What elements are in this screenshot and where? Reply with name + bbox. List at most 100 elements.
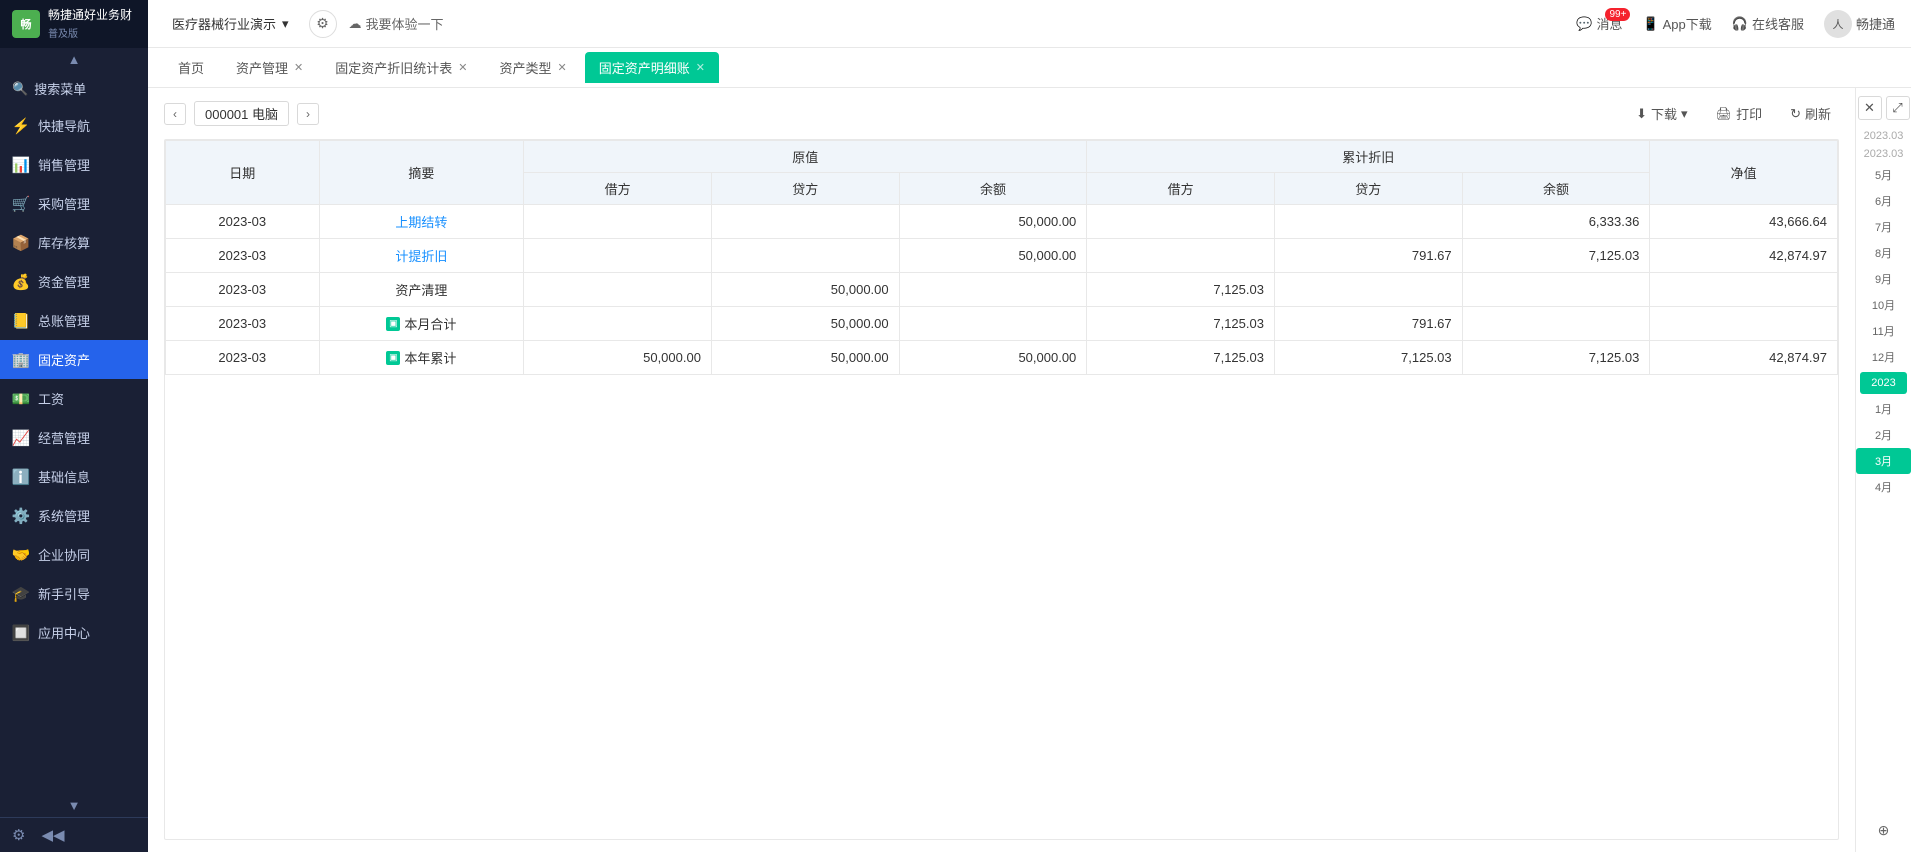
tab-home[interactable]: 首页 (164, 52, 218, 83)
user-area[interactable]: 人 畅捷通 (1824, 10, 1895, 38)
sidebar-item-inventory[interactable]: 📦 库存核算 (0, 223, 148, 262)
experience-button[interactable]: ☁ 我要体验一下 (349, 14, 444, 33)
sidebar-nav: 🔍 搜索菜单 ⚡ 快捷导航 📊 销售管理 🛒 采购管理 📦 库存核算 💰 资金管… (0, 71, 148, 794)
sidebar-item-basic-info[interactable]: ℹ️ 基础信息 (0, 457, 148, 496)
company-selector[interactable]: 医疗器械行业演示 ▾ (164, 10, 297, 37)
row-summary: 上期结转 (319, 205, 524, 239)
tl-year-2023[interactable]: 2023 (1860, 372, 1907, 394)
sidebar-footer: ⚙ ◀◀ (0, 817, 148, 852)
fixed-assets-icon: 🏢 (12, 351, 30, 369)
row-balance: 50,000.00 (899, 341, 1087, 375)
sidebar-item-label: 采购管理 (38, 194, 90, 213)
tl-month-9[interactable]: 9月 (1856, 266, 1911, 292)
collapse-sidebar-icon[interactable]: ◀◀ (41, 826, 64, 844)
th-original-value: 原值 (524, 141, 1087, 173)
quick-nav-icon: ⚡ (12, 117, 30, 135)
tab-depreciation-table[interactable]: 固定资产折旧统计表 ✕ (321, 52, 481, 83)
app-center-icon: 🔲 (12, 624, 30, 642)
tab-asset-management-close[interactable]: ✕ (294, 61, 303, 74)
sidebar-item-sales[interactable]: 📊 销售管理 (0, 145, 148, 184)
sidebar-item-enterprise[interactable]: 🤝 企业协同 (0, 535, 148, 574)
sidebar-item-ledger[interactable]: 📒 总账管理 (0, 301, 148, 340)
app-title-block: 畅捷通好业务财 普及版 (48, 8, 132, 40)
company-dropdown-icon: ▾ (282, 16, 289, 32)
tl-month-1[interactable]: 1月 (1856, 396, 1911, 422)
tl-month-11[interactable]: 11月 (1856, 318, 1911, 344)
sidebar-search[interactable]: 🔍 搜索菜单 (0, 71, 148, 106)
sidebar-item-operation[interactable]: 📈 经营管理 (0, 418, 148, 457)
tab-asset-management[interactable]: 资产管理 ✕ (222, 52, 317, 83)
system-icon: ⚙️ (12, 507, 30, 525)
experience-label: 我要体验一下 (366, 14, 444, 33)
row-date: 2023-03 (166, 273, 320, 307)
sidebar-item-label: 销售管理 (38, 155, 90, 174)
tabs-bar: 首页 资产管理 ✕ 固定资产折旧统计表 ✕ 资产类型 ✕ 固定资产明细账 ✕ (148, 48, 1911, 88)
app-logo: 畅 (12, 10, 40, 38)
tl-month-6[interactable]: 6月 (1856, 188, 1911, 214)
table-row: 2023-03 ▣ 本年累计 50,000.00 50,000.00 50,00… (166, 341, 1838, 375)
header-settings-icon[interactable]: ⚙ (309, 10, 337, 38)
toolbar-right: ⬇ 下载 ▾ 🖨 打印 ↻ 刷新 (1628, 100, 1839, 127)
print-label: 打印 (1736, 104, 1762, 123)
panel-close-button[interactable]: ✕ (1858, 96, 1882, 120)
tab-asset-detail-close[interactable]: ✕ (696, 61, 705, 74)
th-accumulated-depreciation: 累计折旧 (1087, 141, 1650, 173)
top-header: 医疗器械行业演示 ▾ ⚙ ☁ 我要体验一下 💬 消息 99+ 📱 App下载 🎧… (148, 0, 1911, 48)
tl-month-8[interactable]: 8月 (1856, 240, 1911, 266)
nav-prev-arrow[interactable]: ‹ (164, 103, 186, 125)
basic-info-icon: ℹ️ (12, 468, 30, 486)
sidebar-scroll-up[interactable]: ▲ (0, 48, 148, 71)
search-icon: 🔍 (12, 81, 28, 97)
main-content: 医疗器械行业演示 ▾ ⚙ ☁ 我要体验一下 💬 消息 99+ 📱 App下载 🎧… (148, 0, 1911, 852)
tl-month-10[interactable]: 10月 (1856, 292, 1911, 318)
sidebar-item-quick-nav[interactable]: ⚡ 快捷导航 (0, 106, 148, 145)
tl-month-7[interactable]: 7月 (1856, 214, 1911, 240)
tl-month-3[interactable]: 3月 (1856, 448, 1911, 474)
sidebar-item-system[interactable]: ⚙️ 系统管理 (0, 496, 148, 535)
purchase-icon: 🛒 (12, 195, 30, 213)
asset-code: 000001 (205, 107, 248, 122)
sidebar-item-purchase[interactable]: 🛒 采购管理 (0, 184, 148, 223)
customer-service-button[interactable]: 🎧 在线客服 (1732, 14, 1804, 33)
th-credit: 贷方 (711, 173, 899, 205)
tl-month-2[interactable]: 2月 (1856, 422, 1911, 448)
refresh-icon: ↻ (1790, 106, 1801, 122)
th-dep-balance: 余额 (1462, 173, 1650, 205)
row-net-value (1650, 307, 1838, 341)
sidebar-item-app-center[interactable]: 🔲 应用中心 (0, 613, 148, 652)
row-credit: 50,000.00 (711, 273, 899, 307)
row-date: 2023-03 (166, 307, 320, 341)
panel-expand-button[interactable]: ⤢ (1886, 96, 1910, 120)
nav-next-arrow[interactable]: › (297, 103, 319, 125)
settings-footer-icon[interactable]: ⚙ (12, 826, 25, 844)
tab-asset-type-close[interactable]: ✕ (558, 61, 567, 74)
row-credit: 50,000.00 (711, 341, 899, 375)
tl-month-4[interactable]: 4月 (1856, 474, 1911, 500)
tl-scroll-down[interactable]: ⊕ (1876, 817, 1892, 844)
tl-month-12[interactable]: 12月 (1856, 344, 1911, 370)
sidebar-item-label: 工资 (38, 389, 64, 408)
sidebar-item-guide[interactable]: 🎓 新手引导 (0, 574, 148, 613)
tab-asset-type-label: 资产类型 (499, 58, 551, 77)
tl-month-5[interactable]: 5月 (1856, 162, 1911, 188)
table-row: 2023-03 计提折旧 50,000.00 791.67 7,125.03 4… (166, 239, 1838, 273)
sidebar-scroll-down[interactable]: ▼ (0, 794, 148, 817)
sidebar-item-payroll[interactable]: 💵 工资 (0, 379, 148, 418)
tab-asset-detail[interactable]: 固定资产明细账 ✕ (585, 52, 719, 83)
sidebar-item-finance[interactable]: 💰 资金管理 (0, 262, 148, 301)
tab-depreciation-close[interactable]: ✕ (458, 61, 467, 74)
row-dep-balance: 6,333.36 (1462, 205, 1650, 239)
app-download-button[interactable]: 📱 App下载 (1642, 14, 1711, 33)
row-dep-balance (1462, 273, 1650, 307)
download-icon: 📱 (1642, 16, 1658, 32)
sidebar-item-fixed-assets[interactable]: 🏢 固定资产 (0, 340, 148, 379)
row-summary: 资产清理 (319, 273, 524, 307)
message-button[interactable]: 💬 消息 99+ (1576, 14, 1622, 33)
row-summary: 计提折旧 (319, 239, 524, 273)
print-button[interactable]: 🖨 打印 (1708, 100, 1771, 127)
refresh-button[interactable]: ↻ 刷新 (1782, 100, 1839, 127)
th-dep-debit: 借方 (1087, 173, 1275, 205)
download-button[interactable]: ⬇ 下载 ▾ (1628, 100, 1695, 127)
tab-asset-type[interactable]: 资产类型 ✕ (485, 52, 580, 83)
th-balance: 余额 (899, 173, 1087, 205)
